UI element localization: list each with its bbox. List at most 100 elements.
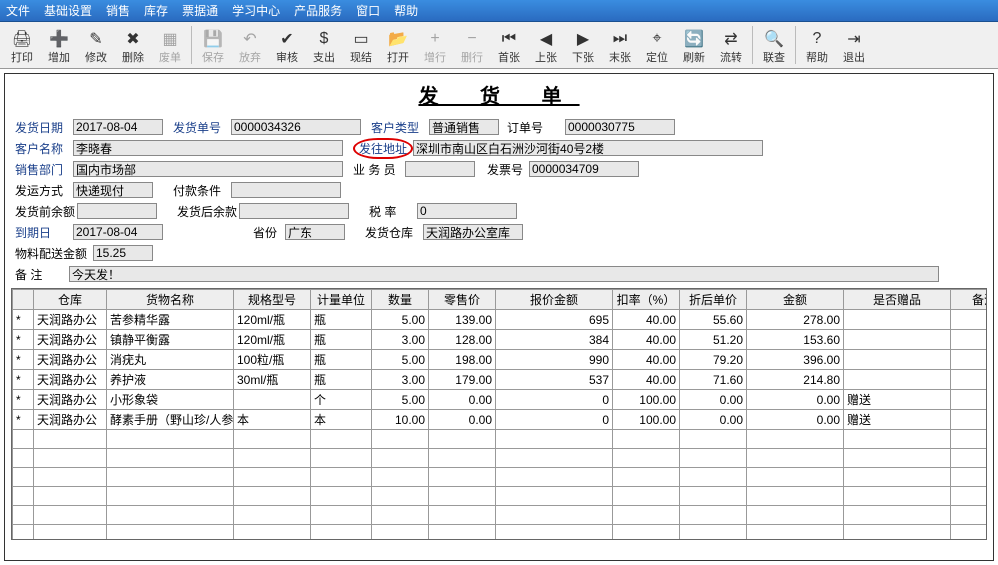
tb-first[interactable]: ⏮首张 (491, 24, 527, 66)
cell-rem[interactable] (951, 330, 987, 350)
tb-cash[interactable]: ▭现结 (343, 24, 379, 66)
cell-empty[interactable] (496, 468, 613, 487)
cell-unit[interactable]: 本 (311, 410, 372, 430)
note-field[interactable]: 今天发！ (69, 266, 939, 282)
cell-empty[interactable] (951, 506, 987, 525)
cell-empty[interactable] (429, 468, 496, 487)
cell-empty[interactable] (496, 525, 613, 540)
clerk-field[interactable] (405, 161, 475, 177)
tb-prev[interactable]: ◀上张 (528, 24, 564, 66)
table-row[interactable]: *天润路办公酵素手册（野山珍/人参松本本10.000.000100.000.00… (13, 410, 987, 430)
cell-qty[interactable]: 5.00 (372, 310, 429, 330)
cell-gift[interactable]: 赠送 (844, 410, 951, 430)
cell-empty[interactable] (496, 449, 613, 468)
cell-empty[interactable] (613, 487, 680, 506)
col-header[interactable]: 数量 (372, 290, 429, 310)
cell-empty[interactable] (311, 468, 372, 487)
cell-empty[interactable] (372, 525, 429, 540)
col-header[interactable]: 是否赠品 (844, 290, 951, 310)
cell-quote[interactable]: 0 (496, 390, 613, 410)
cell-disc[interactable]: 40.00 (613, 330, 680, 350)
cell-empty[interactable] (951, 487, 987, 506)
cell-empty[interactable] (613, 525, 680, 540)
col-header[interactable]: 规格型号 (234, 290, 311, 310)
col-header[interactable]: 金额 (747, 290, 844, 310)
cell-after[interactable]: 51.20 (680, 330, 747, 350)
cell-empty[interactable] (844, 487, 951, 506)
cell-amt[interactable]: 396.00 (747, 350, 844, 370)
cell-empty[interactable] (34, 468, 107, 487)
cell-empty[interactable] (311, 487, 372, 506)
tb-edit[interactable]: ✎修改 (78, 24, 114, 66)
cell-rem[interactable] (951, 370, 987, 390)
cell-empty[interactable] (680, 506, 747, 525)
cell-empty[interactable] (34, 506, 107, 525)
prov-field[interactable]: 广东 (285, 224, 345, 240)
table-row[interactable]: *天润路办公消疣丸100粒/瓶瓶5.00198.0099040.0079.203… (13, 350, 987, 370)
ship-way-field[interactable]: 快递现付 (73, 182, 153, 198)
cell-star[interactable]: * (13, 330, 34, 350)
cell-empty[interactable] (13, 430, 34, 449)
tb-exit[interactable]: ⇥退出 (836, 24, 872, 66)
tb-last[interactable]: ⏭末张 (602, 24, 638, 66)
cell-name[interactable]: 镇静平衡露 (107, 330, 234, 350)
cell-amt[interactable]: 0.00 (747, 390, 844, 410)
wh-field[interactable]: 天润路办公室库 (423, 224, 523, 240)
cell-empty[interactable] (13, 525, 34, 540)
pre-bal-field[interactable] (77, 203, 157, 219)
tb-pay[interactable]: $支出 (306, 24, 342, 66)
cell-disc[interactable]: 100.00 (613, 390, 680, 410)
cell-empty[interactable] (613, 430, 680, 449)
cell-empty[interactable] (107, 430, 234, 449)
cell-amt[interactable]: 0.00 (747, 410, 844, 430)
cell-star[interactable]: * (13, 390, 34, 410)
cell-price[interactable]: 0.00 (429, 410, 496, 430)
cell-qty[interactable]: 5.00 (372, 350, 429, 370)
ship-addr-field[interactable]: 深圳市南山区白石洲沙河街40号2楼 (413, 140, 763, 156)
cell-empty[interactable] (680, 487, 747, 506)
tb-delete[interactable]: ✖删除 (115, 24, 151, 66)
cell-gift[interactable]: 赠送 (844, 390, 951, 410)
cell-wh[interactable]: 天润路办公 (34, 410, 107, 430)
menu-文件[interactable]: 文件 (6, 2, 30, 19)
cell-quote[interactable]: 384 (496, 330, 613, 350)
cell-price[interactable]: 128.00 (429, 330, 496, 350)
cell-price[interactable]: 139.00 (429, 310, 496, 330)
cell-empty[interactable] (844, 468, 951, 487)
cell-empty[interactable] (107, 487, 234, 506)
cell-gift[interactable] (844, 330, 951, 350)
cell-empty[interactable] (496, 506, 613, 525)
menu-基础设置[interactable]: 基础设置 (44, 2, 92, 19)
col-header[interactable]: 零售价 (429, 290, 496, 310)
cell-empty[interactable] (234, 430, 311, 449)
col-header[interactable]: 扣率（%） (613, 290, 680, 310)
cell-empty[interactable] (13, 449, 34, 468)
menu-库存[interactable]: 库存 (144, 2, 168, 19)
cell-name[interactable]: 小形象袋 (107, 390, 234, 410)
cell-disc[interactable]: 40.00 (613, 350, 680, 370)
cell-empty[interactable] (951, 525, 987, 540)
table-row[interactable]: *天润路办公苦参精华露120ml/瓶瓶5.00139.0069540.0055.… (13, 310, 987, 330)
cell-empty[interactable] (34, 449, 107, 468)
col-header[interactable]: 计量单位 (311, 290, 372, 310)
cell-empty[interactable] (429, 506, 496, 525)
cell-name[interactable]: 苦参精华露 (107, 310, 234, 330)
table-row-empty[interactable] (13, 449, 987, 468)
cell-disc[interactable]: 40.00 (613, 370, 680, 390)
cell-empty[interactable] (234, 487, 311, 506)
cell-empty[interactable] (372, 487, 429, 506)
cell-qty[interactable]: 3.00 (372, 370, 429, 390)
table-row-empty[interactable] (13, 468, 987, 487)
tb-flow[interactable]: ⇄流转 (713, 24, 749, 66)
tb-add[interactable]: ➕增加 (41, 24, 77, 66)
col-header[interactable]: 折后单价 (680, 290, 747, 310)
cell-empty[interactable] (844, 506, 951, 525)
menu-帮助[interactable]: 帮助 (394, 2, 418, 19)
cell-disc[interactable]: 40.00 (613, 310, 680, 330)
tb-refresh[interactable]: 🔄刷新 (676, 24, 712, 66)
cell-after[interactable]: 55.60 (680, 310, 747, 330)
table-row-empty[interactable] (13, 525, 987, 540)
cell-star[interactable]: * (13, 310, 34, 330)
cell-empty[interactable] (951, 468, 987, 487)
tb-locate[interactable]: ⌖定位 (639, 24, 675, 66)
